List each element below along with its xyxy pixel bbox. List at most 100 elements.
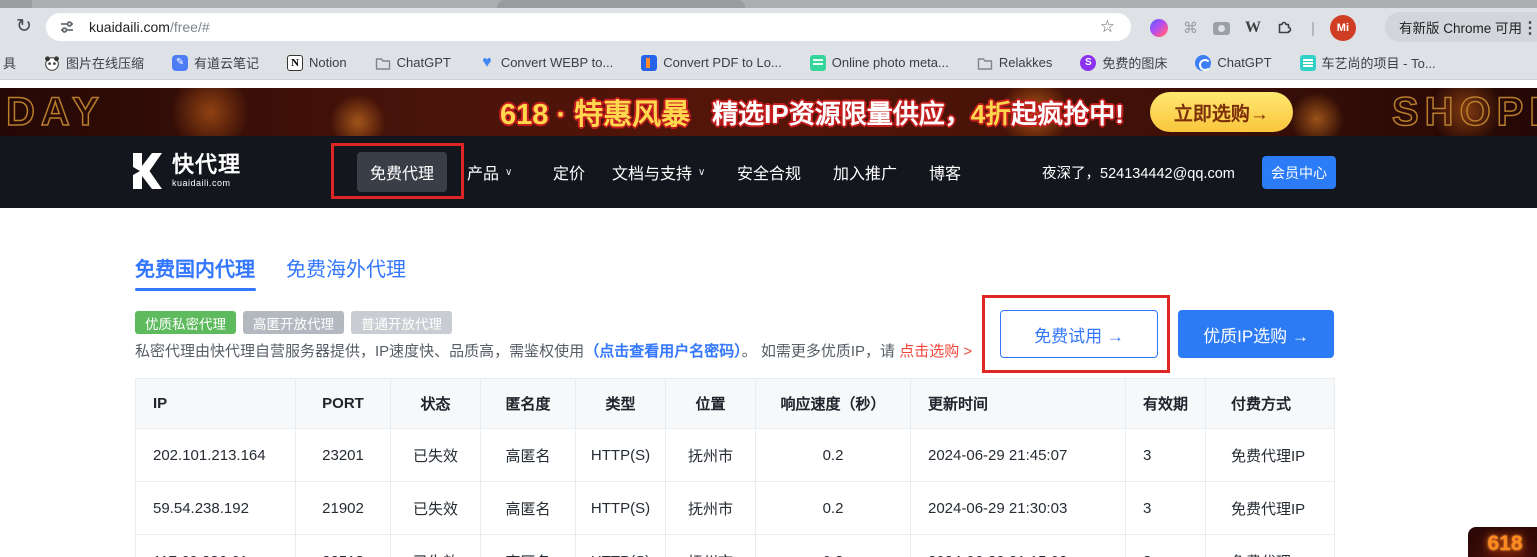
- site-logo[interactable]: 快代理 kuaidaili.com: [130, 152, 241, 190]
- todo-project-icon: [1300, 55, 1316, 71]
- proxy-description: 私密代理由快代理自营服务器提供，IP速度快、品质高，需鉴权使用（点击查看用户名密…: [135, 340, 972, 361]
- nav-item-affiliate[interactable]: 加入推广: [833, 136, 897, 208]
- status-badge: 已失效: [391, 535, 481, 557]
- bookmark-item[interactable]: ChatGPT: [1195, 55, 1271, 71]
- nav-item-pricing[interactable]: 定价: [553, 136, 585, 208]
- site-navbar: 快代理 kuaidaili.com 免费代理 产品∨ 定价 文档与支持∨ 安全合…: [0, 136, 1537, 208]
- page-gap: [0, 81, 1537, 88]
- url-host: kuaidaili.com: [89, 19, 170, 35]
- bookmark-item[interactable]: Online photo meta...: [810, 55, 949, 71]
- nav-item-products[interactable]: 产品∨: [467, 136, 512, 208]
- user-greeting: 夜深了，524134442@qq.com: [1042, 136, 1235, 208]
- bookmark-item[interactable]: NNotion: [287, 55, 347, 71]
- buy-more-link[interactable]: 点击选购 >: [899, 343, 972, 360]
- col-header-port: PORT: [296, 379, 391, 429]
- status-badge: 已失效: [391, 429, 481, 482]
- bokeh-light: [1290, 92, 1344, 136]
- bookmark-star-icon[interactable]: ☆: [1100, 17, 1115, 37]
- command-extension-icon[interactable]: ⌘: [1183, 19, 1198, 37]
- table-row: 59.54.238.192 21902 已失效 高匿名 HTTP(S) 抚州市 …: [136, 482, 1335, 535]
- url-path: /free/#: [170, 19, 210, 35]
- profile-avatar[interactable]: Mi: [1330, 15, 1356, 41]
- bookmark-item[interactable]: ChatGPT: [375, 55, 451, 71]
- bokeh-light: [170, 88, 250, 136]
- promo-618-badge[interactable]: 618: [1468, 527, 1537, 557]
- panda-icon: [44, 55, 60, 71]
- chevron-down-icon: ∨: [698, 167, 705, 178]
- browser-window: ↻ kuaidaili.com/free/# ☆ ⌘ W | Mi 有新版 Ch…: [0, 0, 1537, 557]
- brand-subtitle: kuaidaili.com: [172, 179, 241, 188]
- bookmark-item[interactable]: ♥Convert WEBP to...: [479, 55, 613, 71]
- col-header-payment: 付费方式: [1206, 379, 1335, 429]
- bookmark-item[interactable]: ✎有道云笔记: [172, 53, 259, 72]
- table-row: 117.69.236.61 22518 已失效 高匿名 HTTP(S) 抚州市 …: [136, 535, 1335, 557]
- bookmark-item[interactable]: Convert PDF to Lo...: [641, 55, 782, 71]
- proxy-table: IP PORT 状态 匿名度 类型 位置 响应速度（秒） 更新时间 有效期 付费…: [135, 378, 1335, 557]
- notion-icon: N: [287, 55, 303, 71]
- bookmark-item[interactable]: 图片在线压缩: [44, 53, 144, 72]
- url-text[interactable]: kuaidaili.com/free/#: [89, 19, 210, 35]
- tab-strip[interactable]: [0, 0, 1537, 8]
- banner-left-marquee: DAY: [6, 90, 105, 135]
- tag-high-anon-open[interactable]: 高匿开放代理: [243, 311, 344, 334]
- heart-icon: ♥: [479, 55, 495, 71]
- banner-message: 618 · 特惠风暴 精选IP资源限量供应，4折起疯抢中! 立即选购→: [500, 88, 1293, 136]
- chatgpt-icon: [1195, 55, 1211, 71]
- tab-strip-segment: [0, 0, 32, 8]
- photo-meta-icon: [810, 55, 826, 71]
- active-tab-underline: [135, 288, 256, 291]
- banner-right-marquee: SHOPPING: [1392, 90, 1537, 135]
- chevron-down-icon: ∨: [505, 167, 512, 178]
- member-center-button[interactable]: 会员中心: [1262, 156, 1336, 189]
- tab-domestic-proxy[interactable]: 免费国内代理: [135, 253, 255, 282]
- badge-618-label: 618: [1487, 532, 1536, 557]
- site-info-icon[interactable]: [59, 19, 75, 35]
- banner-headline: 618 · 特惠风暴: [500, 91, 690, 133]
- bookmark-item[interactable]: 具: [3, 53, 16, 72]
- tag-premium-private[interactable]: 优质私密代理: [135, 311, 236, 334]
- youdao-note-icon: ✎: [172, 55, 188, 71]
- promo-banner[interactable]: DAY SHOPPING 618 · 特惠风暴 精选IP资源限量供应，4折起疯抢…: [0, 88, 1537, 136]
- brain-extension-icon[interactable]: [1150, 19, 1168, 37]
- col-header-updated: 更新时间: [911, 379, 1126, 429]
- nav-item-compliance[interactable]: 安全合规: [737, 136, 801, 208]
- nav-item-docs[interactable]: 文档与支持∨: [612, 136, 705, 208]
- nav-item-blog[interactable]: 博客: [929, 136, 961, 208]
- extensions-puzzle-icon[interactable]: [1276, 17, 1294, 40]
- col-header-validity: 有效期: [1126, 379, 1206, 429]
- bookmark-item[interactable]: 车艺尚的项目 - To...: [1300, 53, 1436, 72]
- tag-normal-open[interactable]: 普通开放代理: [351, 311, 452, 334]
- brand-name: 快代理: [172, 154, 241, 176]
- bookmark-item[interactable]: S免费的图床: [1080, 53, 1167, 72]
- table-header-row: IP PORT 状态 匿名度 类型 位置 响应速度（秒） 更新时间 有效期 付费…: [136, 379, 1335, 429]
- kuaidaili-logo-icon: [130, 152, 164, 190]
- reload-icon[interactable]: ↻: [12, 15, 36, 39]
- col-header-speed: 响应速度（秒）: [756, 379, 911, 429]
- wikipedia-extension-icon[interactable]: W: [1245, 19, 1261, 37]
- main-content: 免费国内代理 免费海外代理 优质私密代理 高匿开放代理 普通开放代理 私密代理由…: [0, 208, 1537, 557]
- chrome-update-chip[interactable]: 有新版 Chrome 可用: [1385, 12, 1537, 42]
- col-header-type: 类型: [576, 379, 666, 429]
- table-row: 202.101.213.164 23201 已失效 高匿名 HTTP(S) 抚州…: [136, 429, 1335, 482]
- banner-cta-button[interactable]: 立即选购→: [1150, 92, 1293, 132]
- status-badge: 已失效: [391, 482, 481, 535]
- browser-toolbar: ↻ kuaidaili.com/free/# ☆ ⌘ W | Mi 有新版 Ch…: [0, 8, 1537, 46]
- pdf-converter-icon: [641, 55, 657, 71]
- address-bar[interactable]: kuaidaili.com/free/# ☆: [46, 13, 1131, 41]
- image-host-icon: S: [1080, 55, 1096, 71]
- nav-item-free-proxy[interactable]: 免费代理: [357, 136, 447, 208]
- free-trial-button[interactable]: 免费试用 →: [1000, 310, 1158, 358]
- tab-overseas-proxy[interactable]: 免费海外代理: [286, 253, 406, 282]
- col-header-ip: IP: [136, 379, 296, 429]
- view-credentials-link[interactable]: （点击查看用户名密码）: [584, 343, 742, 360]
- premium-ip-button[interactable]: 优质IP选购 →: [1178, 310, 1334, 358]
- toolbar-separator: |: [1311, 20, 1315, 37]
- camera-extension-icon[interactable]: [1213, 22, 1230, 35]
- col-header-status: 状态: [391, 379, 481, 429]
- browser-menu-icon[interactable]: ⋮: [1522, 18, 1537, 38]
- bookmarks-bar: 具 图片在线压缩 ✎有道云笔记 NNotion ChatGPT ♥Convert…: [0, 46, 1537, 80]
- banner-subline: 精选IP资源限量供应，4折起疯抢中!: [712, 94, 1124, 131]
- active-tab-top[interactable]: [497, 0, 745, 8]
- col-header-location: 位置: [666, 379, 756, 429]
- bookmark-item[interactable]: Relakkes: [977, 55, 1052, 71]
